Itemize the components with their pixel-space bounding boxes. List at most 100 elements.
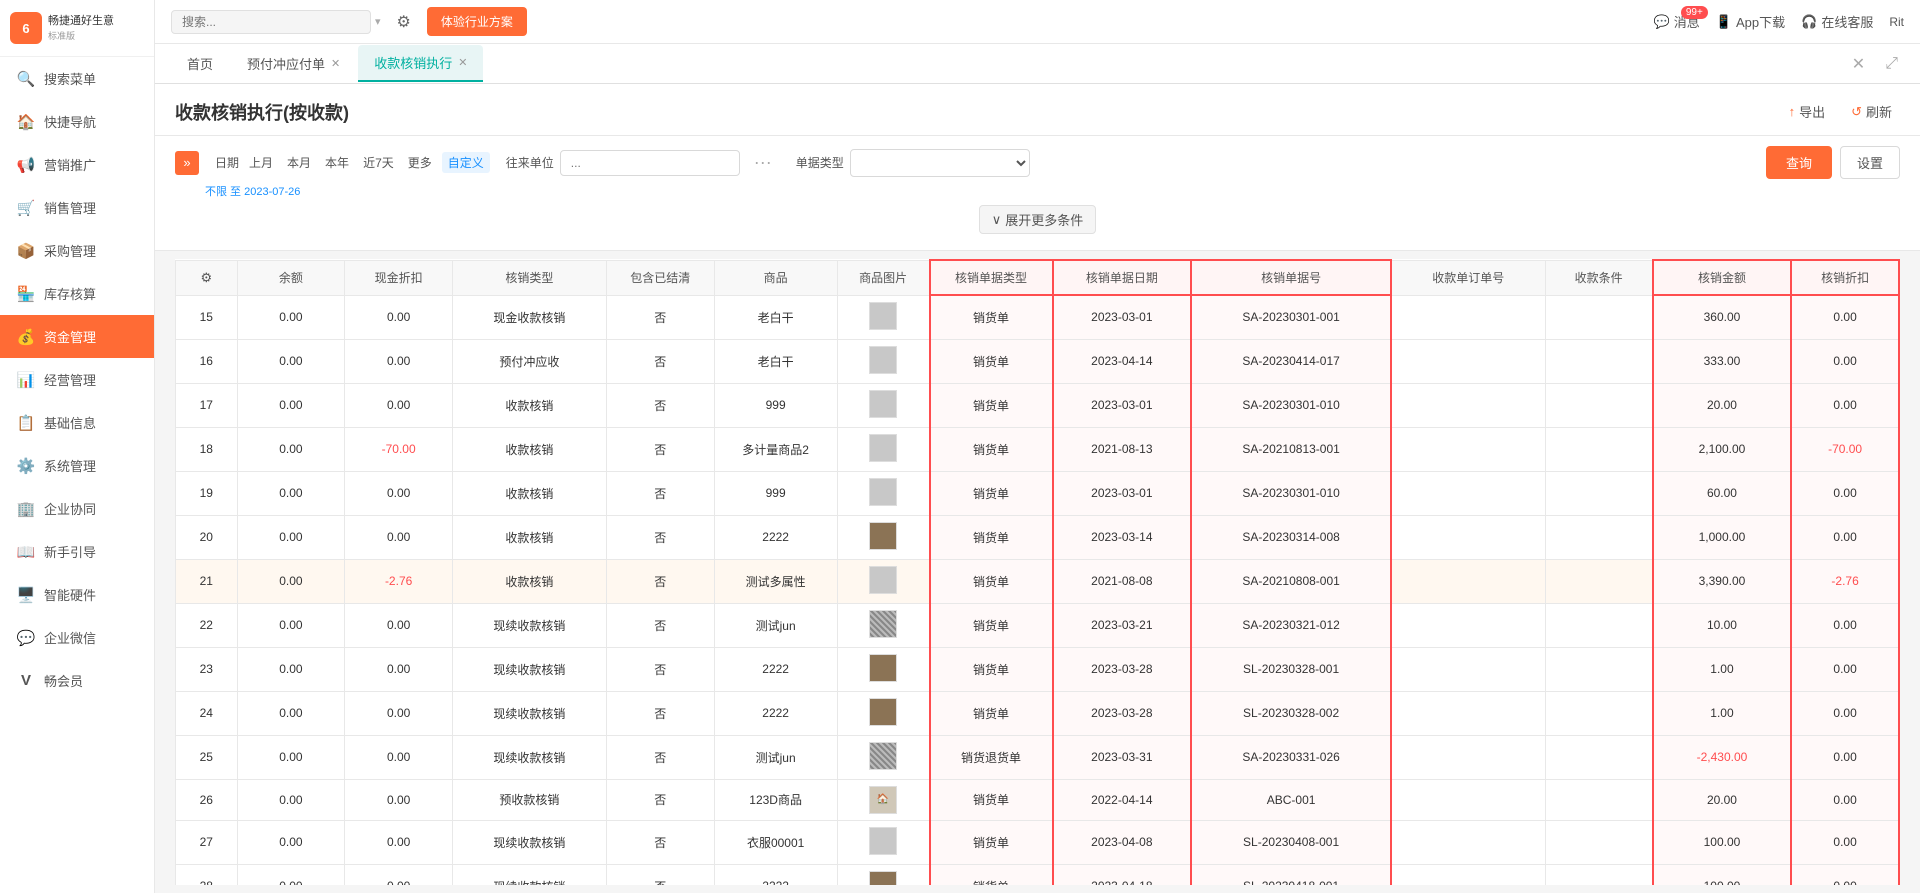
table-row: 17 0.00 0.00 收款核销 否 999 销货单 2023-03-01 S… bbox=[176, 383, 1900, 427]
cell-cancel-doc-date: 2022-04-14 bbox=[1053, 779, 1191, 820]
cell-receipt-condition bbox=[1545, 779, 1653, 820]
app-download-link[interactable]: 📱 App下载 bbox=[1716, 12, 1785, 31]
online-service-link[interactable]: 🎧 在线客服 bbox=[1801, 12, 1873, 31]
col-header-settings[interactable]: ⚙ bbox=[176, 260, 238, 295]
cell-cancel-doc-no[interactable]: SL-20230418-001 bbox=[1191, 864, 1391, 885]
cell-cancel-doc-no[interactable]: SA-20230321-012 bbox=[1191, 603, 1391, 647]
cell-include-settled: 否 bbox=[606, 647, 714, 691]
cell-cancel-doc-date: 2021-08-13 bbox=[1053, 427, 1191, 471]
sidebar-item-inventory[interactable]: 🏪 库存核算 bbox=[0, 272, 154, 315]
date-custom[interactable]: 自定义 bbox=[442, 152, 490, 173]
page-area: 收款核销执行(按收款) ↑ 导出 ↺ 刷新 » 日期 上月 bbox=[155, 84, 1920, 893]
table-container[interactable]: ⚙ 余额 现金折扣 核销类型 包含已结清 商品 商品图片 核销单据类型 核销单据… bbox=[175, 259, 1900, 885]
industry-solution-button[interactable]: 体验行业方案 bbox=[427, 7, 527, 36]
inventory-icon: 🏪 bbox=[16, 285, 36, 303]
sidebar-item-sales[interactable]: 🛒 销售管理 bbox=[0, 186, 154, 229]
cell-receipt-order-no bbox=[1391, 295, 1545, 339]
cell-cancel-doc-no[interactable]: SA-20230301-001 bbox=[1191, 295, 1391, 339]
cell-cancel-type: 收款核销 bbox=[452, 559, 606, 603]
close-window-button[interactable]: ✕ bbox=[1846, 52, 1871, 76]
settings-icon[interactable]: ⚙ bbox=[393, 8, 415, 36]
sidebar-item-search[interactable]: 🔍 搜索菜单 bbox=[0, 57, 154, 100]
cell-cancel-doc-no[interactable]: SL-20230328-001 bbox=[1191, 647, 1391, 691]
cell-cancel-type: 收款核销 bbox=[452, 471, 606, 515]
collapse-button[interactable]: » bbox=[175, 151, 199, 175]
export-button[interactable]: ↑ 导出 bbox=[1781, 98, 1834, 125]
cell-cancel-amount: 10.00 bbox=[1653, 603, 1791, 647]
cell-cancel-doc-date: 2021-08-08 bbox=[1053, 559, 1191, 603]
date-7days[interactable]: 近7天 bbox=[359, 152, 398, 173]
cell-no: 18 bbox=[176, 427, 238, 471]
tab-prepay[interactable]: 预付冲应付单 ✕ bbox=[231, 46, 356, 81]
cell-receipt-condition bbox=[1545, 691, 1653, 735]
column-settings-button[interactable]: 设置 bbox=[1840, 146, 1900, 179]
cell-cancel-doc-no[interactable]: SL-20230328-002 bbox=[1191, 691, 1391, 735]
cell-product-img bbox=[837, 820, 929, 864]
table-row: 26 0.00 0.00 预收款核销 否 123D商品 🏠 销货单 2022-0… bbox=[176, 779, 1900, 820]
cell-no: 19 bbox=[176, 471, 238, 515]
expand-window-button[interactable]: ⤢ bbox=[1879, 53, 1904, 75]
sidebar-item-basic[interactable]: 📋 基础信息 bbox=[0, 401, 154, 444]
tab-home[interactable]: 首页 bbox=[171, 46, 229, 81]
sidebar-item-guide[interactable]: 📖 新手引导 bbox=[0, 530, 154, 573]
cell-receipt-order-no bbox=[1391, 864, 1545, 885]
receipts-tab-close[interactable]: ✕ bbox=[458, 56, 467, 69]
cell-include-settled: 否 bbox=[606, 339, 714, 383]
sidebar-item-enterprise[interactable]: 🏢 企业协同 bbox=[0, 487, 154, 530]
cell-include-settled: 否 bbox=[606, 295, 714, 339]
cell-cancel-type: 现续收款核销 bbox=[452, 691, 606, 735]
cell-include-settled: 否 bbox=[606, 735, 714, 779]
sidebar-item-member[interactable]: V 畅会员 bbox=[0, 659, 154, 702]
cell-cancel-doc-no[interactable]: SA-20210808-001 bbox=[1191, 559, 1391, 603]
cell-cancel-doc-no[interactable]: SA-20210813-001 bbox=[1191, 427, 1391, 471]
cell-cash-discount: 0.00 bbox=[345, 471, 453, 515]
cell-cancel-doc-no[interactable]: SA-20230301-010 bbox=[1191, 383, 1391, 427]
tab-receipts[interactable]: 收款核销执行 ✕ bbox=[358, 45, 483, 82]
wechat-icon: 💬 bbox=[16, 629, 36, 647]
expand-conditions-button[interactable]: ∨ 展开更多条件 bbox=[979, 205, 1097, 234]
partner-filter-input[interactable] bbox=[560, 150, 740, 176]
message-button[interactable]: 💬 消息 99+ bbox=[1654, 12, 1700, 31]
sidebar-item-shortcuts[interactable]: 🏠 快捷导航 bbox=[0, 100, 154, 143]
sidebar-item-purchase[interactable]: 📦 采购管理 bbox=[0, 229, 154, 272]
date-last-month[interactable]: 上月 bbox=[245, 152, 277, 173]
cell-product: 2222 bbox=[714, 691, 837, 735]
filter-row-main: » 日期 上月 本月 本年 近7天 更多 自定义 往来单位 ··· bbox=[175, 146, 1900, 179]
partner-more-button[interactable]: ··· bbox=[746, 152, 780, 173]
cell-no: 25 bbox=[176, 735, 238, 779]
cell-include-settled: 否 bbox=[606, 383, 714, 427]
cell-cancel-doc-no[interactable]: ABC-001 bbox=[1191, 779, 1391, 820]
sidebar-label-basic: 基础信息 bbox=[44, 413, 96, 432]
cell-cancel-doc-no[interactable]: SA-20230414-017 bbox=[1191, 339, 1391, 383]
topbar-search-input[interactable] bbox=[171, 10, 371, 34]
doctype-filter-select[interactable] bbox=[850, 149, 1030, 177]
cell-remainder: 0.00 bbox=[237, 515, 345, 559]
cell-cancel-doc-date: 2023-03-01 bbox=[1053, 383, 1191, 427]
cell-receipt-condition bbox=[1545, 339, 1653, 383]
cell-cancel-doc-no[interactable]: SA-20230331-026 bbox=[1191, 735, 1391, 779]
sidebar-item-operations[interactable]: 📊 经营管理 bbox=[0, 358, 154, 401]
cell-cancel-doc-date: 2023-03-31 bbox=[1053, 735, 1191, 779]
cell-cancel-doc-no[interactable]: SL-20230408-001 bbox=[1191, 820, 1391, 864]
prepay-tab-close[interactable]: ✕ bbox=[331, 57, 340, 70]
sidebar-item-system[interactable]: ⚙️ 系统管理 bbox=[0, 444, 154, 487]
cell-cancel-doc-no[interactable]: SA-20230301-010 bbox=[1191, 471, 1391, 515]
cell-cancel-doc-no[interactable]: SA-20230314-008 bbox=[1191, 515, 1391, 559]
cell-cancel-type: 现续收款核销 bbox=[452, 603, 606, 647]
date-this-month[interactable]: 本月 bbox=[283, 152, 315, 173]
cell-cash-discount: 0.00 bbox=[345, 603, 453, 647]
date-more[interactable]: 更多 bbox=[404, 152, 436, 173]
sidebar-item-finance[interactable]: 💰 资金管理 bbox=[0, 315, 154, 358]
cell-cancel-doc-type: 销货单 bbox=[930, 295, 1053, 339]
cell-cancel-doc-date: 2023-03-21 bbox=[1053, 603, 1191, 647]
sidebar-item-hardware[interactable]: 🖥️ 智能硬件 bbox=[0, 573, 154, 616]
cell-include-settled: 否 bbox=[606, 779, 714, 820]
refresh-button[interactable]: ↺ 刷新 bbox=[1843, 98, 1900, 125]
cell-cancel-doc-type: 销货单 bbox=[930, 864, 1053, 885]
date-this-year[interactable]: 本年 bbox=[321, 152, 353, 173]
query-button[interactable]: 查询 bbox=[1766, 146, 1832, 179]
sidebar-item-wechat[interactable]: 💬 企业微信 bbox=[0, 616, 154, 659]
sidebar-label-finance: 资金管理 bbox=[44, 327, 96, 346]
sidebar-item-marketing[interactable]: 📢 营销推广 bbox=[0, 143, 154, 186]
table-row: 15 0.00 0.00 现金收款核销 否 老白干 销货单 2023-03-01… bbox=[176, 295, 1900, 339]
